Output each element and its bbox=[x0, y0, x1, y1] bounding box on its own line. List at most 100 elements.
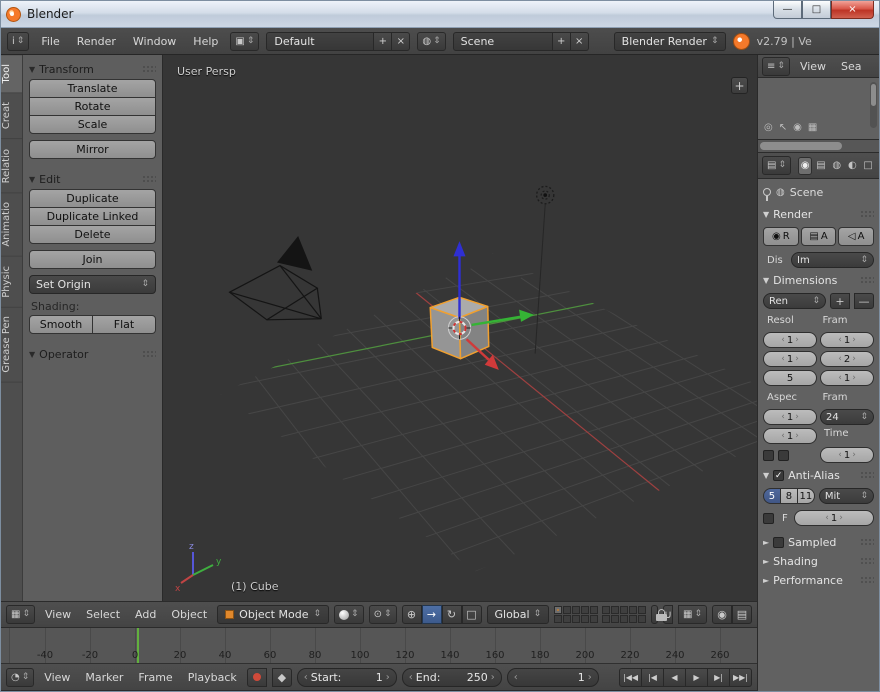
tab-relations[interactable]: Relatio bbox=[1, 139, 22, 193]
scene-browse-button[interactable]: ◍ ⇕ bbox=[417, 31, 446, 51]
resolution-y-field[interactable]: ‹ 1 › bbox=[763, 351, 817, 367]
editor-type-button-properties[interactable]: ▤ ⇕ bbox=[762, 156, 791, 175]
panel-header-edit[interactable]: ▼ Edit bbox=[29, 169, 156, 189]
manipulator-rotate-button[interactable]: ↻ bbox=[441, 605, 462, 624]
scroll-thumb[interactable] bbox=[760, 142, 842, 150]
tab-physics[interactable]: Physic bbox=[1, 256, 22, 308]
full-sample-checkbox[interactable] bbox=[763, 512, 774, 524]
manipulator-toggle-button[interactable]: ⊕ bbox=[401, 605, 422, 624]
menu-file[interactable]: File bbox=[36, 33, 64, 50]
panel-header-operator[interactable]: ▼ Operator bbox=[29, 344, 156, 364]
spin-right-icon[interactable]: › bbox=[852, 450, 856, 460]
menu-object[interactable]: Object bbox=[166, 606, 212, 623]
opengl-render-still-button[interactable]: ◉ bbox=[712, 605, 732, 624]
tab-animation[interactable]: Animatio bbox=[1, 192, 22, 257]
tab-world[interactable]: ◐ bbox=[846, 157, 860, 175]
menu-view[interactable]: View bbox=[795, 58, 831, 75]
spin-right-icon[interactable]: › bbox=[491, 672, 495, 683]
shade-flat-button[interactable]: Flat bbox=[92, 315, 156, 334]
spin-left-icon[interactable]: ‹ bbox=[781, 354, 785, 364]
delete-scene-button[interactable]: × bbox=[570, 31, 589, 51]
timeline-ruler[interactable]: -40 -20 0 20 40 60 80 100 120 140 160 18… bbox=[1, 628, 757, 664]
layer-cell[interactable] bbox=[629, 615, 638, 623]
duplicate-linked-button[interactable]: Duplicate Linked bbox=[29, 207, 156, 226]
n-panel-open-button[interactable]: + bbox=[731, 77, 748, 94]
delete-button[interactable]: Delete bbox=[29, 225, 156, 244]
tab-tools[interactable]: Tool bbox=[1, 55, 22, 94]
spin-right-icon[interactable]: › bbox=[795, 354, 799, 364]
layer-cell[interactable] bbox=[581, 606, 590, 614]
samples-5-button[interactable]: 5 bbox=[763, 488, 781, 504]
drag-handle-icon[interactable] bbox=[142, 174, 156, 184]
render-engine-select[interactable]: Blender Render ⇕ bbox=[613, 31, 726, 51]
play-button[interactable]: ▶ bbox=[686, 667, 708, 687]
sampled-checkbox[interactable] bbox=[773, 537, 785, 548]
tab-render[interactable]: ◉ bbox=[798, 156, 813, 175]
layer-cell[interactable] bbox=[638, 615, 647, 623]
spin-left-icon[interactable]: ‹ bbox=[304, 672, 308, 683]
layer-cell[interactable] bbox=[638, 606, 647, 614]
manipulator-y-arrow[interactable] bbox=[518, 309, 535, 322]
outliner-tree[interactable]: ◎ ↖ ◉ ▦ bbox=[758, 78, 879, 140]
layer-cell[interactable] bbox=[572, 615, 581, 623]
spin-left-icon[interactable]: ‹ bbox=[838, 335, 842, 345]
drag-handle-icon[interactable] bbox=[860, 471, 874, 480]
maximize-button[interactable]: □ bbox=[802, 1, 831, 19]
display-mode-dropdown[interactable]: Im ⇕ bbox=[791, 252, 874, 268]
layer-cell[interactable] bbox=[602, 606, 611, 614]
spin-right-icon[interactable]: › bbox=[795, 412, 799, 422]
set-origin-dropdown[interactable]: Set Origin ⇕ bbox=[29, 275, 156, 294]
layer-cell[interactable] bbox=[554, 606, 563, 614]
pin-icon[interactable] bbox=[763, 188, 771, 201]
drag-handle-icon[interactable] bbox=[142, 64, 156, 74]
layer-cell[interactable] bbox=[620, 615, 629, 623]
layer-cell[interactable] bbox=[572, 606, 581, 614]
panel-header-performance[interactable]: ► Performance bbox=[763, 574, 874, 587]
spin-left-icon[interactable]: ‹ bbox=[838, 373, 842, 383]
samples-11-button[interactable]: 11 bbox=[797, 488, 815, 504]
spin-right-icon[interactable]: › bbox=[588, 672, 592, 683]
spin-left-icon[interactable]: ‹ bbox=[409, 672, 413, 683]
outliner-grid-icon[interactable]: ▦ bbox=[808, 122, 817, 133]
menu-marker[interactable]: Marker bbox=[80, 669, 128, 686]
spin-left-icon[interactable]: ‹ bbox=[781, 335, 785, 345]
editor-type-button-timeline[interactable]: ◔ ⇕ bbox=[6, 667, 35, 687]
duplicate-button[interactable]: Duplicate bbox=[29, 189, 156, 208]
resolution-x-field[interactable]: ‹ 1 › bbox=[763, 332, 817, 348]
drag-handle-icon[interactable] bbox=[860, 538, 874, 547]
drag-handle-icon[interactable] bbox=[142, 349, 156, 359]
resolution-percentage-field[interactable]: 5 bbox=[763, 370, 817, 386]
spin-left-icon[interactable]: ‹ bbox=[514, 672, 518, 683]
opengl-render-anim-button[interactable]: ▤ bbox=[732, 605, 752, 624]
mirror-button[interactable]: Mirror bbox=[29, 140, 156, 159]
delete-screen-layout-button[interactable]: × bbox=[392, 31, 411, 51]
close-button[interactable]: × bbox=[831, 1, 874, 19]
prev-keyframe-button[interactable]: |◀ bbox=[642, 667, 664, 687]
layer-cell[interactable] bbox=[590, 606, 599, 614]
layer-cell[interactable] bbox=[611, 606, 620, 614]
layer-cell[interactable] bbox=[629, 606, 638, 614]
restrict-view-icon[interactable]: ◎ bbox=[764, 122, 773, 133]
current-frame-field[interactable]: ‹ 1 › bbox=[506, 667, 599, 687]
samples-8-button[interactable]: 8 bbox=[780, 488, 798, 504]
editor-type-button-info[interactable]: i ⇕ bbox=[7, 31, 30, 51]
outliner-hscrollbar[interactable] bbox=[758, 140, 879, 153]
transform-orientation-dropdown[interactable]: Global ⇕ bbox=[486, 605, 550, 624]
menu-playback[interactable]: Playback bbox=[183, 669, 242, 686]
restrict-select-icon[interactable]: ↖ bbox=[779, 122, 787, 133]
layer-cell[interactable] bbox=[620, 606, 629, 614]
layer-cell[interactable] bbox=[554, 615, 563, 623]
viewport-3d[interactable]: User Persp (1) Cube + z y x bbox=[163, 55, 757, 601]
border-checkbox[interactable] bbox=[763, 449, 774, 461]
join-button[interactable]: Join bbox=[29, 250, 156, 269]
scale-button[interactable]: Scale bbox=[29, 115, 156, 134]
layer-cell[interactable] bbox=[590, 615, 599, 623]
drag-handle-icon[interactable] bbox=[860, 576, 874, 585]
frame-rate-dropdown[interactable]: 24 ⇕ bbox=[820, 409, 874, 425]
screen-layout-field[interactable]: Default bbox=[266, 31, 375, 51]
crop-checkbox[interactable] bbox=[778, 449, 789, 461]
aspect-y-field[interactable]: ‹ 1 › bbox=[763, 428, 817, 444]
scroll-thumb[interactable] bbox=[871, 84, 876, 106]
autokey-record-button[interactable] bbox=[246, 667, 267, 687]
panel-header-antialiasing[interactable]: ▼ ✓ Anti-Alias bbox=[763, 469, 874, 482]
